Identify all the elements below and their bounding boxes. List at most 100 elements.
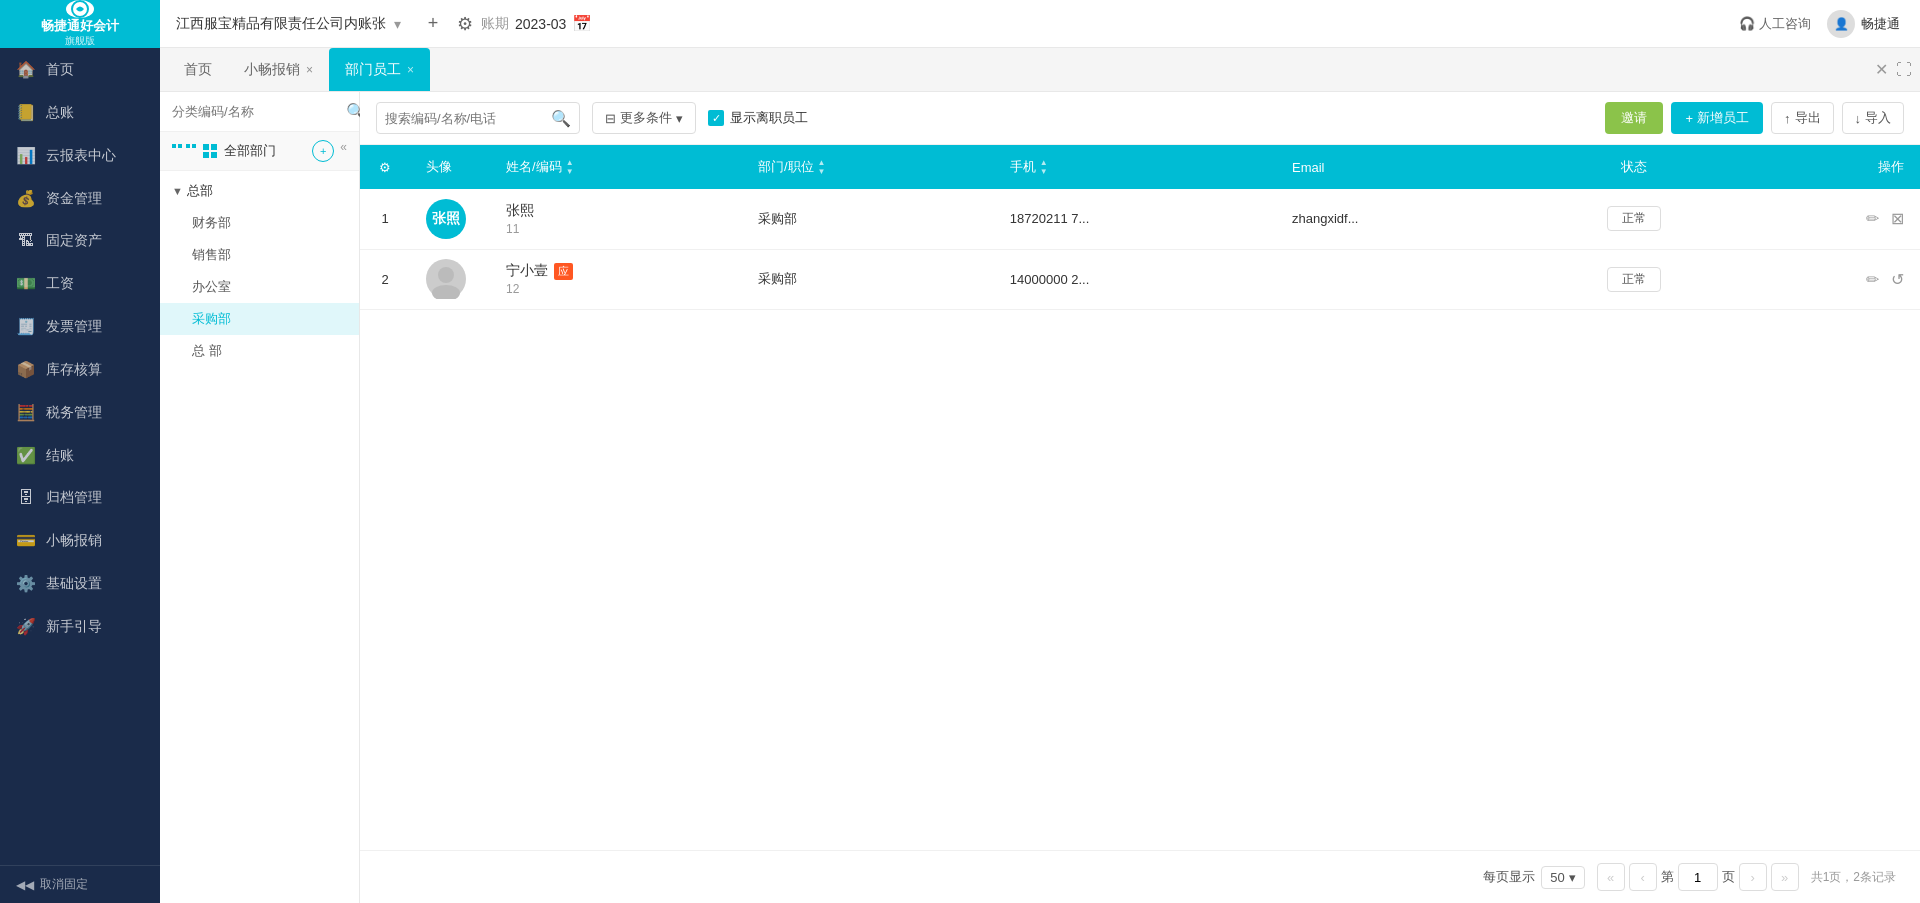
employee-search-input[interactable] [385, 111, 545, 126]
svg-point-5 [438, 267, 454, 283]
sidebar-item-tax[interactable]: 🧮 税务管理 [0, 391, 160, 434]
period-label: 账期 [481, 15, 509, 33]
sidebar-item-guide[interactable]: 🚀 新手引导 [0, 605, 160, 648]
row2-avatar [410, 249, 490, 309]
sidebar-label-settings: 基础设置 [46, 575, 102, 593]
tab-home-label: 首页 [184, 61, 212, 79]
employee-search-wrap: 🔍 [376, 102, 580, 134]
calendar-icon[interactable]: 📅 [572, 14, 592, 33]
add-employee-btn[interactable]: + 新增员工 [1671, 102, 1763, 134]
prev-page-btn[interactable]: ‹ [1629, 863, 1657, 891]
col-name-code[interactable]: 姓名/编码 ▲ ▼ [490, 145, 742, 189]
sidebar-label-inventory: 库存核算 [46, 361, 102, 379]
next-page-btn[interactable]: › [1739, 863, 1767, 891]
window-close-icon[interactable]: ✕ [1875, 60, 1888, 79]
dept-tree-item-sales[interactable]: 销售部 [160, 239, 359, 271]
user-area[interactable]: 👤 畅捷通 [1827, 10, 1900, 38]
sidebar-label-guide: 新手引导 [46, 618, 102, 636]
svg-rect-3 [203, 152, 209, 158]
dept-tree-item-purchase[interactable]: 采购部 [160, 303, 359, 335]
support-btn[interactable]: 🎧 人工咨询 [1739, 15, 1811, 33]
col-dept-label: 部门/职位 [758, 158, 814, 176]
sidebar-item-settings[interactable]: ⚙️ 基础设置 [0, 562, 160, 605]
window-expand-icon[interactable]: ⛶ [1896, 61, 1912, 79]
employee-table: ⚙ 头像 姓名/编码 ▲ [360, 145, 1920, 310]
row1-status-badge: 正常 [1607, 206, 1661, 231]
add-account-btn[interactable]: + [417, 8, 449, 40]
tab-dept-employee-close[interactable]: × [407, 64, 414, 76]
import-btn[interactable]: ↓ 导入 [1842, 102, 1905, 134]
sidebar-item-checkout[interactable]: ✅ 结账 [0, 434, 160, 477]
tab-dept-employee-label: 部门员工 [345, 61, 401, 79]
row2-refresh-btn[interactable]: ↺ [1891, 270, 1904, 289]
invite-btn[interactable]: 邀请 [1605, 102, 1663, 134]
row1-name-code: 张熙 11 [490, 189, 742, 249]
page-nav: « ‹ 第 页 › » [1597, 863, 1799, 891]
dept-label-sales: 销售部 [192, 247, 231, 262]
sidebar-label-home: 首页 [46, 61, 74, 79]
more-filter-btn[interactable]: ⊟ 更多条件 ▾ [592, 102, 696, 134]
sidebar-label-checkout: 结账 [46, 447, 74, 465]
employee-search-icon[interactable]: 🔍 [551, 109, 571, 128]
page-size-dropdown[interactable]: 50 ▾ [1541, 866, 1584, 889]
tab-home[interactable]: 首页 [168, 48, 228, 91]
col-settings[interactable]: ⚙ [360, 145, 410, 189]
invoice-icon: 🧾 [16, 317, 36, 336]
guide-icon: 🚀 [16, 617, 36, 636]
sidebar-item-expense[interactable]: 💳 小畅报销 [0, 519, 160, 562]
header-company: 江西服宝精品有限责任公司内账张 ▾ [160, 15, 417, 33]
page-number-input[interactable] [1678, 863, 1718, 891]
col-phone[interactable]: 手机 ▲ ▼ [994, 145, 1276, 189]
add-dept-btn[interactable]: + [312, 140, 334, 162]
sidebar-item-reports[interactable]: 📊 云报表中心 [0, 134, 160, 177]
dept-label-office: 办公室 [192, 279, 231, 294]
tab-expense-label: 小畅报销 [244, 61, 300, 79]
sidebar-label-invoice: 发票管理 [46, 318, 102, 336]
all-dept-label[interactable]: 全部部门 [172, 142, 276, 160]
table-row: 2 [360, 249, 1920, 309]
row2-phone: 14000000 2... [994, 249, 1276, 309]
col-actions: 操作 [1743, 145, 1920, 189]
sidebar-item-inventory[interactable]: 📦 库存核算 [0, 348, 160, 391]
sidebar-item-salary[interactable]: 💵 工资 [0, 262, 160, 305]
sidebar-label-tax: 税务管理 [46, 404, 102, 422]
expense-icon: 💳 [16, 531, 36, 550]
dept-tree-item-hq[interactable]: ▼ 总部 [160, 175, 359, 207]
dept-tree-item-office[interactable]: 办公室 [160, 271, 359, 303]
last-page-btn[interactable]: » [1771, 863, 1799, 891]
sidebar-item-assets[interactable]: 🏗 固定资产 [0, 220, 160, 262]
logo-text: 畅捷通好会计 [41, 18, 119, 34]
sidebar-item-archive[interactable]: 🗄 归档管理 [0, 477, 160, 519]
row1-edit-btn[interactable]: ✏ [1866, 209, 1879, 228]
col-dept-position[interactable]: 部门/职位 ▲ ▼ [742, 145, 994, 189]
inventory-icon: 📦 [16, 360, 36, 379]
dept-tree-item-finance[interactable]: 财务部 [160, 207, 359, 239]
salary-icon: 💵 [16, 274, 36, 293]
dept-search-input[interactable] [172, 104, 340, 119]
row2-actions: ✏ ↺ [1743, 249, 1920, 309]
sort-phone-icon: ▲ ▼ [1040, 159, 1048, 176]
row2-edit-btn[interactable]: ✏ [1866, 270, 1879, 289]
sidebar-item-home[interactable]: 🏠 首页 [0, 48, 160, 91]
first-page-btn[interactable]: « [1597, 863, 1625, 891]
show-resigned-toggle[interactable]: ✓ 显示离职员工 [708, 109, 808, 127]
tab-dept-employee[interactable]: 部门员工 × [329, 48, 430, 91]
dept-tree-item-hq2[interactable]: 总 部 [160, 335, 359, 367]
sidebar-item-invoice[interactable]: 🧾 发票管理 [0, 305, 160, 348]
sidebar-item-ledger[interactable]: 📒 总账 [0, 91, 160, 134]
show-resigned-checkbox[interactable]: ✓ [708, 110, 724, 126]
company-dropdown-btn[interactable]: ▾ [394, 16, 401, 32]
unpin-btn[interactable]: ◀◀ 取消固定 [0, 865, 160, 903]
period-area: 账期 2023-03 📅 [481, 14, 592, 33]
settings-icon-btn[interactable]: ⚙ [449, 8, 481, 40]
page-di-label: 第 [1661, 868, 1674, 886]
archive-icon: 🗄 [16, 489, 36, 507]
sidebar-item-funds[interactable]: 💰 资金管理 [0, 177, 160, 220]
export-btn[interactable]: ↑ 导出 [1771, 102, 1834, 134]
row1-logout-btn[interactable]: ⊠ [1891, 209, 1904, 228]
tab-expense-close[interactable]: × [306, 64, 313, 76]
tab-expense[interactable]: 小畅报销 × [228, 48, 329, 91]
collapse-dept-btn[interactable]: « [340, 140, 347, 162]
svg-rect-2 [211, 144, 217, 150]
ledger-icon: 📒 [16, 103, 36, 122]
